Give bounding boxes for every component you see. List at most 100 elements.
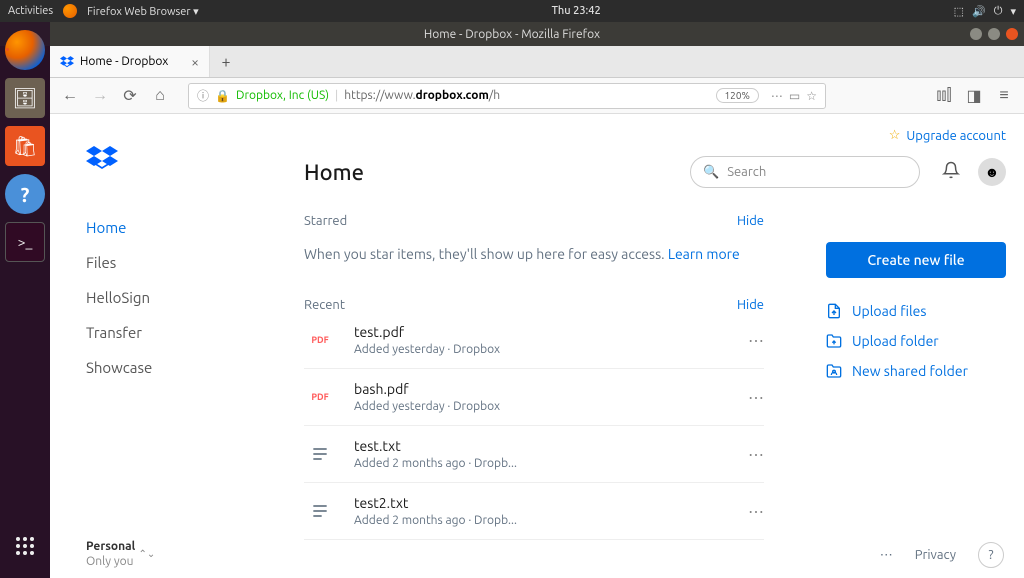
power-icon[interactable]: ⏻: [994, 5, 1003, 18]
upload-folder-link[interactable]: Upload folder: [826, 326, 1006, 356]
firefox-indicator-icon: [63, 4, 77, 18]
page-actions-icon[interactable]: ⋯: [771, 89, 783, 103]
window-title-text: Home - Dropbox - Mozilla Firefox: [424, 28, 600, 41]
volume-icon[interactable]: 🔊: [972, 5, 986, 18]
sidebar-item-home[interactable]: Home: [86, 210, 266, 245]
file-name: test2.txt: [354, 495, 730, 511]
pdf-file-icon: PDF: [304, 381, 336, 413]
recent-hide-link[interactable]: Hide: [737, 298, 764, 312]
dock-terminal-icon[interactable]: >_: [5, 222, 45, 262]
dropbox-favicon-icon: [60, 55, 74, 69]
account-who: Only you: [86, 555, 135, 568]
tab-title: Home - Dropbox: [80, 55, 168, 68]
nav-bar: ← → ⟳ ⌂ ⓘ 🔒 Dropbox, Inc (US) | https://…: [50, 78, 1024, 114]
browser-tab[interactable]: Home - Dropbox ×: [50, 46, 210, 77]
sidebar-item-hellosign[interactable]: HelloSign: [86, 280, 266, 315]
system-top-bar: Activities Firefox Web Browser ▾ Thu 23:…: [0, 0, 1024, 22]
system-clock[interactable]: Thu 23:42: [199, 5, 954, 17]
avatar[interactable]: ☻: [978, 158, 1006, 186]
notifications-icon[interactable]: [942, 161, 960, 183]
page-content: ☆ Upgrade account Home Files HelloSign T…: [50, 114, 1024, 578]
file-more-icon[interactable]: ⋯: [748, 388, 764, 407]
home-button[interactable]: ⌂: [148, 84, 172, 108]
lock-icon: 🔒: [215, 89, 230, 103]
activities-button[interactable]: Activities: [8, 5, 53, 17]
bookmark-star-icon[interactable]: ☆: [806, 89, 817, 103]
window-title-bar: Home - Dropbox - Mozilla Firefox: [0, 22, 1024, 46]
network-icon[interactable]: ⬚: [954, 5, 964, 18]
system-menu-icon[interactable]: ▾: [1010, 5, 1016, 18]
footer-more-icon[interactable]: ⋯: [880, 548, 893, 563]
dock-apps-button[interactable]: [5, 526, 45, 566]
dock-firefox-icon[interactable]: [5, 30, 45, 70]
upload-files-icon: [826, 303, 842, 319]
upload-files-link[interactable]: Upload files: [826, 296, 1006, 326]
new-tab-button[interactable]: +: [210, 46, 242, 77]
window-close-button[interactable]: [1006, 28, 1018, 40]
file-row[interactable]: PDF bash.pdf Added yesterday · Dropbox ⋯: [304, 369, 764, 426]
sidebar-item-showcase[interactable]: Showcase: [86, 350, 266, 385]
search-input[interactable]: 🔍 Search: [690, 156, 920, 188]
ubuntu-dock: 🗄 🛍 ? >_: [0, 22, 50, 578]
shared-folder-icon: [826, 363, 842, 379]
page-footer: ⋯ Privacy ?: [880, 542, 1004, 568]
zoom-indicator[interactable]: 120%: [716, 88, 759, 103]
url-bar[interactable]: ⓘ 🔒 Dropbox, Inc (US) | https://www.drop…: [188, 83, 826, 109]
browser-window: Home - Dropbox × + ← → ⟳ ⌂ ⓘ 🔒 Dropbox, …: [50, 46, 1024, 578]
help-icon[interactable]: ?: [978, 542, 1004, 568]
starred-hide-link[interactable]: Hide: [737, 214, 764, 228]
main-content: Starred Hide When you star items, they'l…: [304, 206, 764, 540]
sidebar-icon[interactable]: ◨: [962, 84, 986, 108]
starred-heading: Starred: [304, 214, 347, 228]
page-title: Home: [304, 160, 364, 185]
txt-file-icon: [304, 495, 336, 527]
file-meta: Added 2 months ago · Dropb...: [354, 457, 730, 470]
upgrade-link[interactable]: Upgrade account: [906, 129, 1006, 143]
site-identity[interactable]: Dropbox, Inc (US): [236, 89, 329, 102]
chevron-updown-icon: ⌃⌄: [139, 548, 156, 560]
file-more-icon[interactable]: ⋯: [748, 331, 764, 350]
back-button[interactable]: ←: [58, 84, 82, 108]
dock-files-icon[interactable]: 🗄: [5, 78, 45, 118]
reload-button[interactable]: ⟳: [118, 84, 142, 108]
upgrade-star-icon: ☆: [889, 128, 901, 143]
new-shared-folder-link[interactable]: New shared folder: [826, 356, 1006, 386]
actions-panel: Create new file Upload files Upload fold…: [826, 242, 1006, 386]
upload-folder-icon: [826, 333, 842, 349]
create-new-file-button[interactable]: Create new file: [826, 242, 1006, 278]
dock-software-icon[interactable]: 🛍: [5, 126, 45, 166]
learn-more-link[interactable]: Learn more: [668, 246, 740, 262]
dock-help-icon[interactable]: ?: [5, 174, 45, 214]
file-row[interactable]: test2.txt Added 2 months ago · Dropb... …: [304, 483, 764, 540]
privacy-link[interactable]: Privacy: [915, 548, 956, 562]
dropbox-sidebar: Home Files HelloSign Transfer Showcase: [86, 146, 266, 385]
menu-icon[interactable]: ≡: [992, 84, 1016, 108]
reader-icon[interactable]: ▭: [789, 89, 800, 103]
library-icon[interactable]: ⫾⫾⫿: [932, 84, 956, 108]
window-maximize-button[interactable]: [988, 28, 1000, 40]
starred-empty-text: When you star items, they'll show up her…: [304, 246, 764, 262]
file-name: bash.pdf: [354, 381, 730, 397]
sidebar-item-transfer[interactable]: Transfer: [86, 315, 266, 350]
sidebar-item-files[interactable]: Files: [86, 245, 266, 280]
account-plan: Personal: [86, 540, 135, 553]
file-row[interactable]: PDF test.pdf Added yesterday · Dropbox ⋯: [304, 312, 764, 369]
file-more-icon[interactable]: ⋯: [748, 502, 764, 521]
file-row[interactable]: test.txt Added 2 months ago · Dropb... ⋯: [304, 426, 764, 483]
file-more-icon[interactable]: ⋯: [748, 445, 764, 464]
search-placeholder: Search: [727, 165, 766, 179]
file-name: test.pdf: [354, 324, 730, 340]
account-switcher[interactable]: Personal Only you ⌃⌄: [86, 540, 135, 568]
tab-close-button[interactable]: ×: [191, 54, 199, 70]
tab-bar: Home - Dropbox × +: [50, 46, 1024, 78]
info-icon[interactable]: ⓘ: [197, 87, 209, 104]
window-minimize-button[interactable]: [970, 28, 982, 40]
file-meta: Added 2 months ago · Dropb...: [354, 514, 730, 527]
file-meta: Added yesterday · Dropbox: [354, 400, 730, 413]
dropbox-logo-icon[interactable]: [86, 146, 118, 174]
app-menu[interactable]: Firefox Web Browser ▾: [87, 5, 198, 18]
pdf-file-icon: PDF: [304, 324, 336, 356]
url-text: https://www.dropbox.com/h: [344, 89, 500, 102]
forward-button[interactable]: →: [88, 84, 112, 108]
search-icon: 🔍: [703, 165, 719, 180]
